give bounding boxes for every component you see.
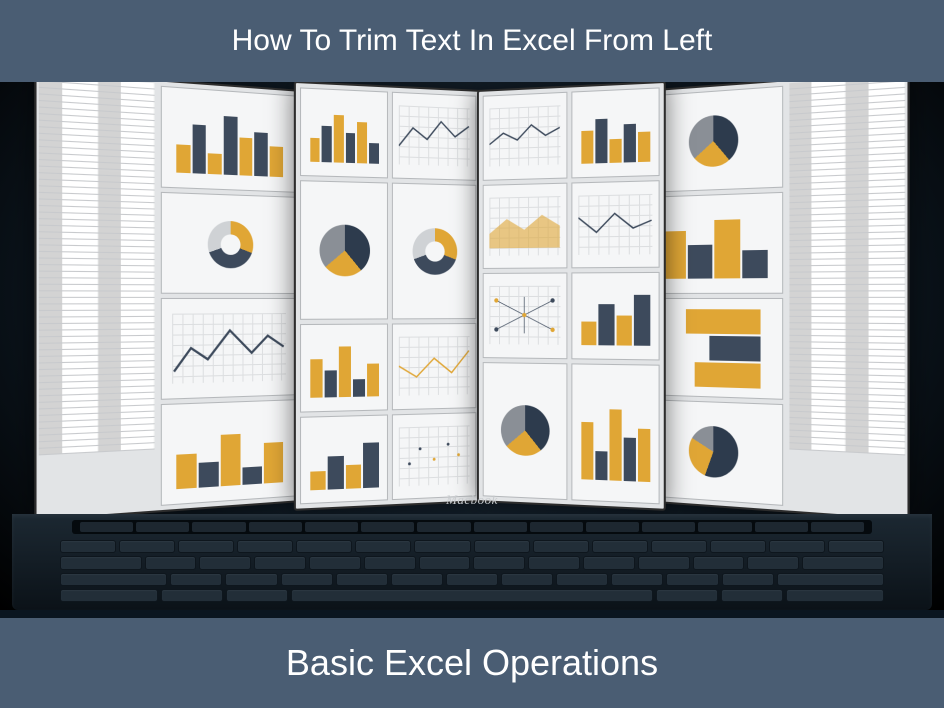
area-chart-icon — [483, 182, 568, 269]
bar-chart-icon — [648, 298, 783, 400]
network-chart-icon — [483, 272, 568, 358]
screen-panel-right: for(let i=0;i<58;i++)document.write('<di… — [642, 82, 910, 521]
donut-chart-icon — [392, 182, 476, 319]
bar-chart-icon — [571, 272, 659, 360]
spreadsheet-rows: for(let i=0;i<58;i++)document.write('<di… — [37, 82, 158, 519]
line-chart-icon — [392, 323, 476, 410]
title-banner-bottom: Basic Excel Operations — [0, 618, 944, 708]
donut-chart-icon — [161, 192, 296, 294]
touchbar: for(let i=0;i<14;i++)document.write('<di… — [72, 520, 872, 534]
laptop: for(let i=0;i<58;i++)document.write('<di… — [12, 84, 932, 610]
screen-panel-center-left — [294, 82, 482, 511]
spreadsheet-rows: for(let i=0;i<58;i++)document.write('<di… — [787, 82, 908, 519]
pie-chart-icon — [483, 362, 568, 501]
laptop-brand-label: Macbook — [446, 492, 498, 508]
title-banner-top: How To Trim Text In Excel From Left — [0, 0, 944, 82]
bar-chart-icon — [300, 414, 388, 504]
scatter-chart-icon — [392, 412, 476, 500]
laptop-illustration: for(let i=0;i<58;i++)document.write('<di… — [0, 82, 944, 610]
line-chart-icon — [483, 92, 568, 181]
pie-chart-icon — [648, 86, 783, 193]
pie-chart-icon — [300, 180, 388, 320]
line-chart-icon — [392, 92, 476, 181]
screen-panel-left: for(let i=0;i<58;i++)document.write('<di… — [34, 82, 302, 521]
bar-chart-icon — [161, 399, 296, 506]
bar-chart-icon — [300, 324, 388, 413]
title-bottom-text: Basic Excel Operations — [286, 642, 658, 683]
bar-chart-icon — [648, 192, 783, 294]
keyboard-keys: for(let i=0;i<14;i++)document.write('<di… — [60, 540, 884, 602]
bar-chart-icon — [300, 87, 388, 178]
pie-chart-icon — [648, 399, 783, 506]
line-chart-icon — [571, 180, 659, 269]
bar-chart-icon — [571, 87, 659, 178]
laptop-screens: for(let i=0;i<58;i++)document.write('<di… — [12, 84, 932, 514]
screen-panel-center-right — [477, 82, 666, 511]
laptop-keyboard: for(let i=0;i<14;i++)document.write('<di… — [12, 514, 932, 610]
bar-chart-icon — [161, 86, 296, 193]
title-top-text: How To Trim Text In Excel From Left — [232, 24, 713, 57]
bar-chart-icon — [571, 363, 659, 504]
line-chart-icon — [161, 298, 296, 400]
